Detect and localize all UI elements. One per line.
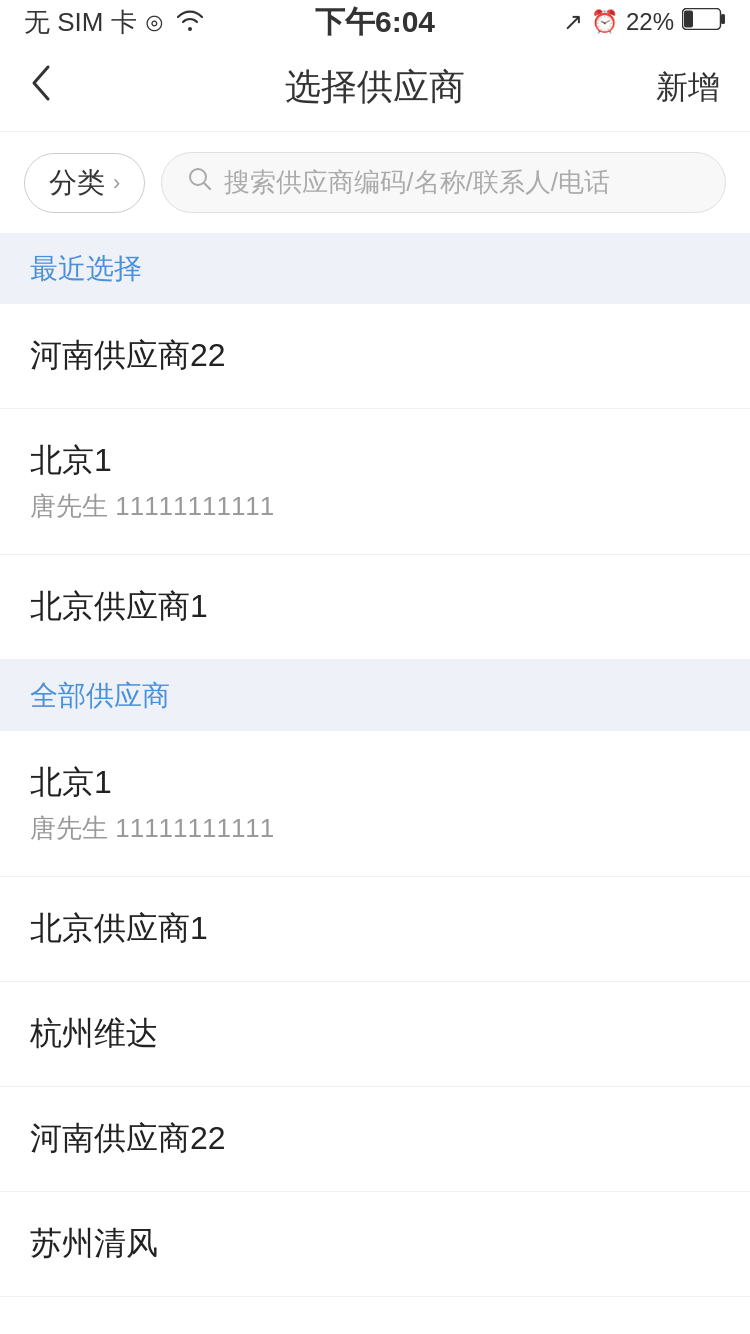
item-name: 杭州维达 — [30, 1012, 720, 1056]
recent-list: 河南供应商22 北京1 唐先生 11111111111 北京供应商1 — [0, 304, 750, 660]
list-item[interactable]: 北京1 唐先生 11111111111 — [0, 409, 750, 555]
back-button[interactable] — [30, 63, 90, 112]
nav-bar: 选择供应商 新增 — [0, 44, 750, 132]
list-item[interactable]: 北京1 唐先生 11111111111 — [0, 731, 750, 877]
all-section-label: 全部供应商 — [30, 680, 170, 711]
chevron-right-icon: › — [113, 170, 120, 196]
search-box[interactable]: 搜索供应商编码/名称/联系人/电话 — [161, 152, 726, 213]
add-button[interactable]: 新增 — [656, 66, 720, 110]
recent-section-header: 最近选择 — [0, 233, 750, 304]
all-section-header: 全部供应商 — [0, 660, 750, 731]
item-sub: 唐先生 11111111111 — [30, 811, 720, 846]
list-item[interactable]: 河南供应商22 — [0, 1087, 750, 1192]
item-sub: 唐先生 11111111111 — [30, 489, 720, 524]
wifi-icon — [175, 7, 205, 38]
item-name: 北京供应商1 — [30, 907, 720, 951]
item-name: 苏州清风 — [30, 1222, 720, 1266]
status-time: 下午6:04 — [315, 2, 435, 43]
alarm-icon: ⏰ — [591, 9, 618, 35]
status-left: 无 SIM 卡 ⊙ — [24, 5, 205, 40]
list-item[interactable]: 河南供应商22 — [0, 304, 750, 409]
all-list: 北京1 唐先生 11111111111 北京供应商1 杭州维达 河南供应商22 … — [0, 731, 750, 1297]
category-label: 分类 — [49, 164, 105, 202]
list-item[interactable]: 杭州维达 — [0, 982, 750, 1087]
search-placeholder: 搜索供应商编码/名称/联系人/电话 — [224, 165, 610, 200]
battery-percent: 22% — [626, 8, 674, 36]
recent-section-label: 最近选择 — [30, 253, 142, 284]
item-name: 河南供应商22 — [30, 1117, 720, 1161]
category-button[interactable]: 分类 › — [24, 153, 145, 213]
svg-rect-1 — [721, 14, 725, 24]
list-item[interactable]: 北京供应商1 — [0, 877, 750, 982]
item-name: 北京1 — [30, 439, 720, 483]
filter-bar: 分类 › 搜索供应商编码/名称/联系人/电话 — [0, 132, 750, 233]
search-icon — [186, 165, 214, 200]
item-name: 河南供应商22 — [30, 334, 720, 378]
status-right: ↗ ⏰ 22% — [563, 8, 726, 36]
list-item[interactable]: 苏州清风 — [0, 1192, 750, 1297]
sim-label: 无 SIM 卡 ⊙ — [24, 5, 165, 40]
list-item[interactable]: 北京供应商1 — [0, 555, 750, 660]
svg-rect-2 — [684, 11, 693, 28]
location-icon: ↗ — [563, 8, 583, 36]
battery-icon — [682, 8, 726, 36]
status-bar: 无 SIM 卡 ⊙ 下午6:04 ↗ ⏰ 22% — [0, 0, 750, 44]
item-name: 北京1 — [30, 761, 720, 805]
item-name: 北京供应商1 — [30, 585, 720, 629]
page-title: 选择供应商 — [285, 63, 465, 112]
